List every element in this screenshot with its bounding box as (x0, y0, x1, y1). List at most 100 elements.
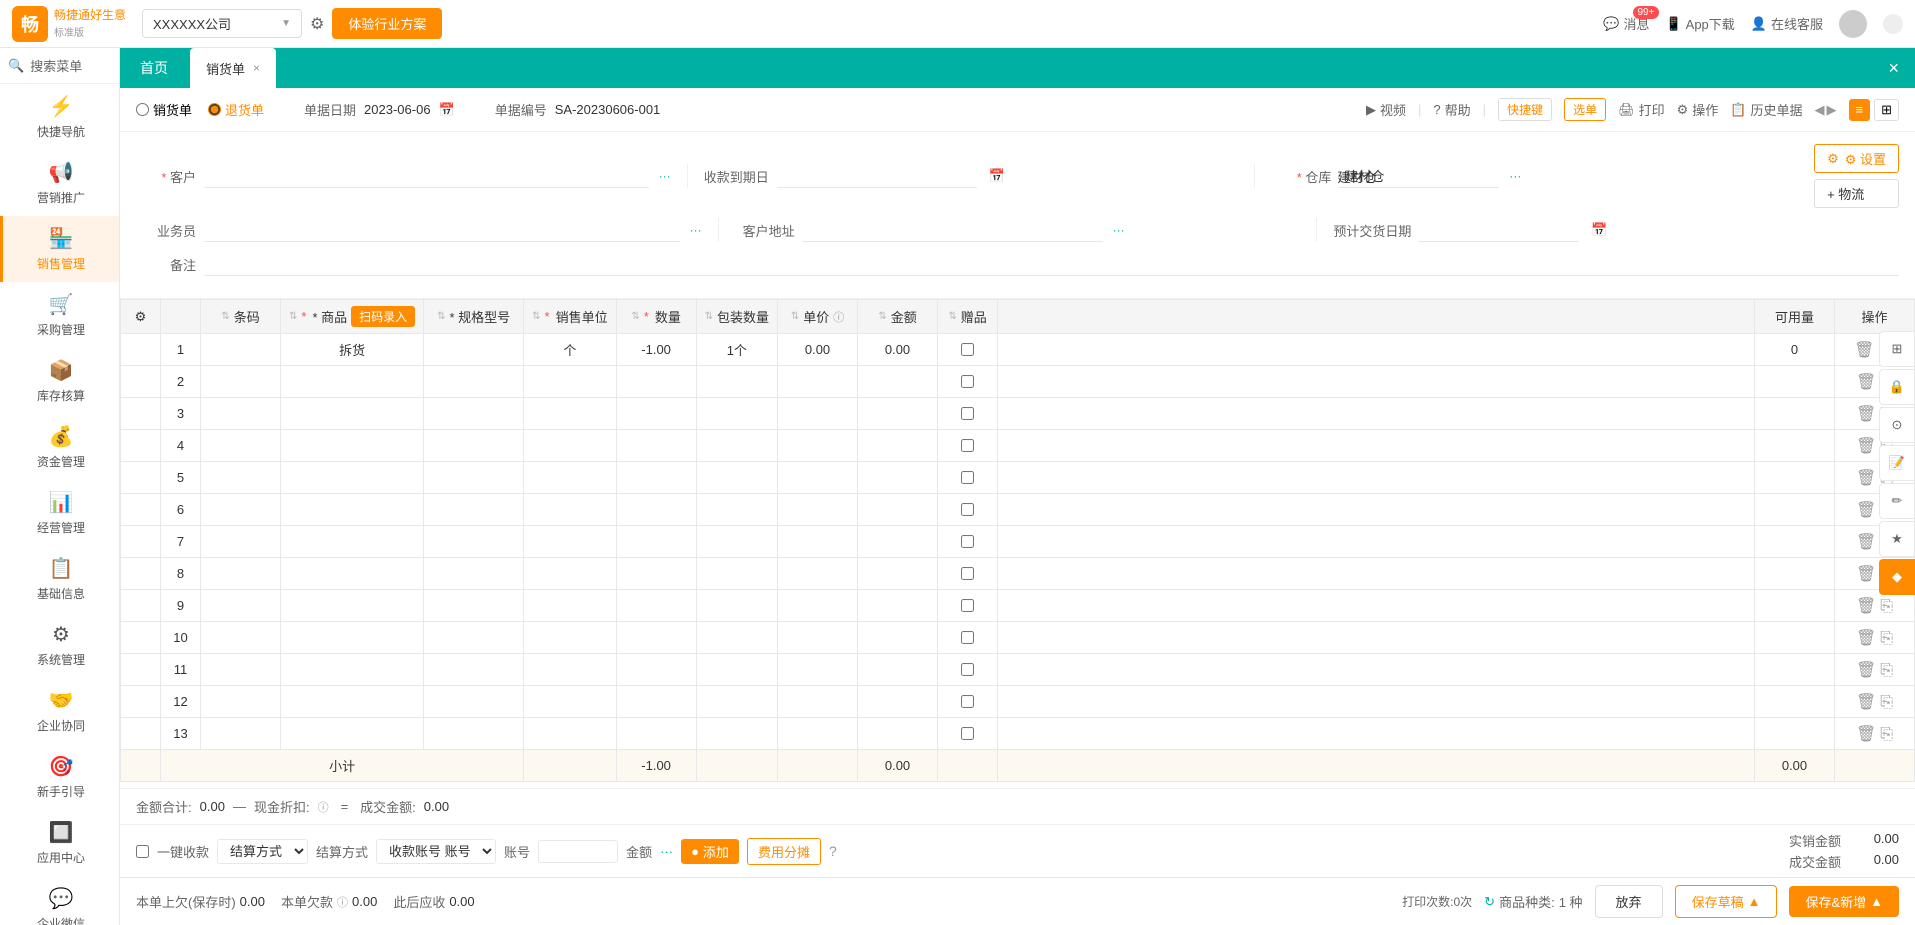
operate-action[interactable]: ⚙ 操作 (1677, 100, 1719, 119)
copy-row-icon[interactable]: ⎘ (1880, 662, 1893, 679)
delete-row-icon[interactable]: 🗑 (1856, 598, 1876, 615)
add-fee-button[interactable]: ● 添加 (681, 839, 739, 864)
delete-row-icon[interactable]: 🗑 (1856, 438, 1876, 455)
delete-row-icon[interactable]: 🗑 (1856, 534, 1876, 551)
float-star-button[interactable]: ★ (1879, 521, 1915, 557)
delete-row-icon[interactable]: 🗑 (1856, 662, 1876, 679)
delete-row-icon[interactable]: 🗑 (1856, 566, 1876, 583)
next-arrow-icon[interactable]: ▶ (1827, 102, 1837, 118)
gift-checkbox[interactable] (961, 503, 974, 516)
logistics-button[interactable]: + 物流 (1814, 179, 1899, 208)
float-orange-button[interactable]: ◆ (1879, 559, 1915, 595)
grid-view-button[interactable]: ⊞ (1874, 99, 1899, 121)
spec-input[interactable] (432, 342, 515, 357)
delete-row-icon[interactable]: 🗑 (1856, 630, 1876, 647)
settings-button[interactable]: ⚙ ⚙ 设置 (1814, 144, 1899, 173)
sidebar-item-wechat[interactable]: 💬 企业微信 (0, 876, 119, 925)
gear-header[interactable]: ⚙ (121, 300, 161, 334)
sidebar-item-marketing[interactable]: 📢 营销推广 (0, 150, 119, 216)
scan-button[interactable]: 扫码录入 (351, 306, 415, 327)
sidebar-search[interactable]: 🔍 搜索菜单 (0, 48, 119, 84)
gift-checkbox[interactable] (961, 535, 974, 548)
copy-row-icon[interactable]: ⎘ (1880, 630, 1893, 647)
sidebar-item-sales[interactable]: 🏪 销售管理 (0, 216, 119, 282)
payment-account-select[interactable]: 收款账号 账号 (376, 839, 496, 864)
prev-arrow-icon[interactable]: ◀ (1815, 102, 1825, 118)
copy-row-icon[interactable]: ⎘ (1880, 598, 1893, 615)
copy-row-icon[interactable]: ⎘ (1880, 726, 1893, 743)
gift-checkbox[interactable] (961, 631, 974, 644)
delete-row-icon[interactable]: 🗑 (1856, 406, 1876, 423)
shortcut-button[interactable]: 快捷键 (1498, 98, 1552, 121)
gift-checkbox[interactable] (961, 439, 974, 452)
history-action[interactable]: 📋 历史单据 (1730, 100, 1802, 119)
sidebar-item-finance[interactable]: 💰 资金管理 (0, 414, 119, 480)
avatar[interactable] (1839, 10, 1867, 38)
tab-home[interactable]: 首页 (120, 48, 188, 88)
sidebar-item-system[interactable]: ⚙ 系统管理 (0, 612, 119, 678)
save-draft-button[interactable]: 保存草稿 ▲ (1675, 885, 1778, 918)
barcode-input[interactable] (209, 342, 272, 357)
overdue-info-icon[interactable]: ⓘ (337, 894, 348, 910)
amount-input[interactable] (538, 840, 618, 863)
more-payment-icon[interactable]: ··· (660, 844, 673, 859)
price-info-icon[interactable]: ⓘ (833, 309, 844, 325)
gift-checkbox[interactable] (961, 407, 974, 420)
sidebar-item-inventory[interactable]: 📦 库存核算 (0, 348, 119, 414)
help-action[interactable]: ? 帮助 (1433, 100, 1470, 119)
sidebar-item-enterprise[interactable]: 🤝 企业协同 (0, 678, 119, 744)
radio-sale[interactable]: 销货单 (136, 100, 192, 119)
warehouse-input[interactable] (1339, 164, 1499, 188)
sidebar-item-shortcut[interactable]: ⚡ 快捷导航 (0, 84, 119, 150)
addr-more-icon[interactable]: ··· (1113, 223, 1125, 237)
delete-row-icon[interactable]: 🗑 (1856, 726, 1876, 743)
company-selector[interactable]: XXXXXX公司 ▼ (142, 9, 302, 38)
sidebar-item-guide[interactable]: 🎯 新手引导 (0, 744, 119, 810)
expected-date-input[interactable] (1419, 218, 1579, 242)
float-note-button[interactable]: 📝 (1879, 445, 1915, 481)
payment-due-input[interactable] (777, 164, 977, 188)
float-edit-button[interactable]: ✏ (1879, 483, 1915, 519)
discard-button[interactable]: 放弃 (1595, 885, 1663, 918)
delete-row-icon[interactable]: 🗑 (1856, 374, 1876, 391)
copy-row-icon[interactable]: ⎘ (1880, 694, 1893, 711)
gift-checkbox[interactable] (961, 471, 974, 484)
select-button[interactable]: 选单 (1564, 98, 1606, 121)
split-fee-button[interactable]: 费用分摊 (747, 838, 821, 865)
expected-date-calendar-icon[interactable]: 📅 (1591, 222, 1607, 238)
warehouse-more-icon[interactable]: ··· (1509, 169, 1521, 183)
notes-input[interactable] (204, 252, 1899, 276)
delete-row-icon[interactable]: 🗑 (1856, 470, 1876, 487)
row-price[interactable]: 0.00 (778, 334, 858, 366)
tab-sales[interactable]: 销货单 × (190, 48, 276, 88)
sidebar-item-basic[interactable]: 📋 基础信息 (0, 546, 119, 612)
radio-return[interactable]: 退货单 (208, 100, 264, 119)
trial-button[interactable]: 体验行业方案 (332, 8, 442, 39)
sidebar-item-purchase[interactable]: 🛒 采购管理 (0, 282, 119, 348)
delete-row-icon[interactable]: 🗑 (1854, 342, 1874, 359)
customer-more-icon[interactable]: ··· (659, 169, 671, 183)
tab-close-all-button[interactable]: × (1872, 58, 1915, 79)
row-spec[interactable] (424, 334, 524, 366)
video-action[interactable]: ▶ 视频 (1366, 100, 1406, 119)
print-action[interactable]: 🖨 打印 (1618, 100, 1665, 119)
gift-checkbox[interactable] (961, 567, 974, 580)
payment-due-calendar-icon[interactable]: 📅 (989, 168, 1005, 184)
discount-info-icon[interactable]: ⓘ (318, 799, 329, 815)
float-grid-button[interactable]: ⊞ (1879, 331, 1915, 367)
delete-row-icon[interactable]: 🗑 (1856, 694, 1876, 711)
row-qty[interactable]: -1.00 (616, 334, 696, 366)
settings-icon[interactable]: ⚙ (310, 14, 324, 34)
gift-checkbox[interactable] (961, 599, 974, 612)
customer-input[interactable] (204, 164, 649, 188)
save-new-button[interactable]: 保存&新增 ▲ (1789, 886, 1899, 917)
split-help-icon[interactable]: ? (829, 843, 837, 859)
gift-checkbox[interactable] (961, 663, 974, 676)
message-button[interactable]: 💬 消息 99+ (1603, 14, 1649, 33)
salesperson-more-icon[interactable]: ··· (690, 223, 702, 237)
float-circle-button[interactable]: ⊙ (1879, 407, 1915, 443)
salesperson-input[interactable] (204, 218, 680, 242)
gift-checkbox[interactable] (961, 727, 974, 740)
calendar-icon[interactable]: 📅 (439, 102, 455, 118)
customer-addr-input[interactable] (803, 218, 1103, 242)
